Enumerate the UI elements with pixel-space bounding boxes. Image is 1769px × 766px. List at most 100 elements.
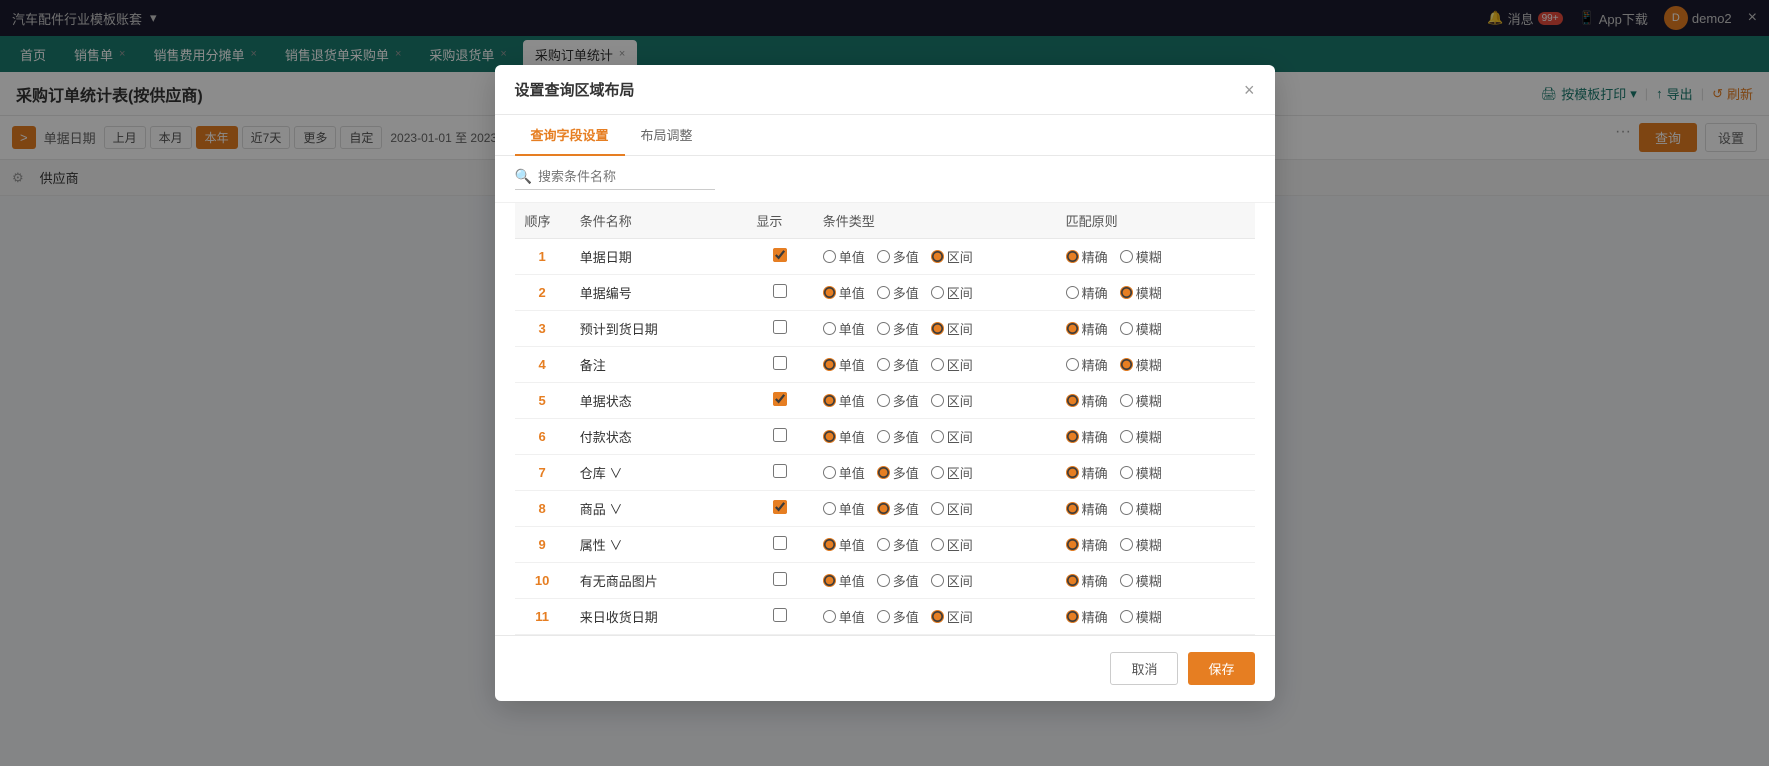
search-input[interactable]	[538, 169, 715, 184]
match-option-精确[interactable]: 精确	[1066, 463, 1108, 482]
type-option-单值[interactable]: 单值	[823, 283, 865, 302]
row-order: 9	[515, 527, 570, 563]
type-option-区间[interactable]: 区间	[931, 319, 973, 338]
type-option-多值[interactable]: 多值	[877, 463, 919, 482]
type-option-区间[interactable]: 区间	[931, 607, 973, 626]
row-display-cell	[746, 347, 812, 383]
display-checkbox[interactable]	[773, 428, 787, 442]
type-option-区间[interactable]: 区间	[931, 355, 973, 374]
row-display-cell	[746, 599, 812, 635]
display-checkbox[interactable]	[773, 572, 787, 586]
type-option-单值[interactable]: 单值	[823, 247, 865, 266]
row-display-cell	[746, 419, 812, 455]
match-option-模糊[interactable]: 模糊	[1120, 571, 1162, 590]
type-option-区间[interactable]: 区间	[931, 283, 973, 302]
table-row: 5单据状态单值多值区间精确模糊	[515, 383, 1255, 419]
type-option-区间[interactable]: 区间	[931, 391, 973, 410]
match-option-精确[interactable]: 精确	[1066, 607, 1108, 626]
row-condition-name: 单据编号	[570, 275, 747, 311]
match-option-模糊[interactable]: 模糊	[1120, 283, 1162, 302]
type-option-多值[interactable]: 多值	[877, 571, 919, 590]
row-match-cell: 精确模糊	[1056, 455, 1255, 491]
modal-search-area: 🔍	[495, 156, 1275, 203]
row-match-cell: 精确模糊	[1056, 491, 1255, 527]
display-checkbox[interactable]	[773, 248, 787, 262]
row-order: 2	[515, 275, 570, 311]
match-option-精确[interactable]: 精确	[1066, 283, 1108, 302]
row-order: 10	[515, 563, 570, 599]
match-option-精确[interactable]: 精确	[1066, 319, 1108, 338]
match-option-精确[interactable]: 精确	[1066, 247, 1108, 266]
display-checkbox[interactable]	[773, 284, 787, 298]
save-button[interactable]: 保存	[1188, 652, 1254, 685]
row-type-cell: 单值多值区间	[813, 347, 1056, 383]
type-option-区间[interactable]: 区间	[931, 247, 973, 266]
type-option-多值[interactable]: 多值	[877, 499, 919, 518]
type-option-多值[interactable]: 多值	[877, 319, 919, 338]
match-option-模糊[interactable]: 模糊	[1120, 607, 1162, 626]
match-option-模糊[interactable]: 模糊	[1120, 391, 1162, 410]
match-option-精确[interactable]: 精确	[1066, 535, 1108, 554]
type-option-单值[interactable]: 单值	[823, 355, 865, 374]
display-checkbox[interactable]	[773, 500, 787, 514]
modal-table-wrapper: 顺序 条件名称 显示 条件类型 匹配原则 1单据日期单值多值区间精确模糊2单据编…	[495, 203, 1275, 635]
type-option-单值[interactable]: 单值	[823, 391, 865, 410]
type-option-单值[interactable]: 单值	[823, 427, 865, 446]
table-row: 11来日收货日期单值多值区间精确模糊	[515, 599, 1255, 635]
match-option-精确[interactable]: 精确	[1066, 427, 1108, 446]
table-row: 9属性 ∨单值多值区间精确模糊	[515, 527, 1255, 563]
tab-query-fields[interactable]: 查询字段设置	[515, 115, 625, 156]
row-condition-name: 付款状态	[570, 419, 747, 455]
display-checkbox[interactable]	[773, 392, 787, 406]
match-option-模糊[interactable]: 模糊	[1120, 463, 1162, 482]
match-option-模糊[interactable]: 模糊	[1120, 319, 1162, 338]
display-checkbox[interactable]	[773, 356, 787, 370]
modal-close-button[interactable]: ×	[1244, 81, 1255, 99]
row-display-cell	[746, 455, 812, 491]
row-match-cell: 精确模糊	[1056, 527, 1255, 563]
type-option-单值[interactable]: 单值	[823, 571, 865, 590]
type-option-区间[interactable]: 区间	[931, 463, 973, 482]
match-option-模糊[interactable]: 模糊	[1120, 427, 1162, 446]
display-checkbox[interactable]	[773, 464, 787, 478]
type-option-多值[interactable]: 多值	[877, 391, 919, 410]
type-option-单值[interactable]: 单值	[823, 499, 865, 518]
row-condition-name: 备注	[570, 347, 747, 383]
match-option-精确[interactable]: 精确	[1066, 571, 1108, 590]
display-checkbox[interactable]	[773, 320, 787, 334]
match-option-精确[interactable]: 精确	[1066, 355, 1108, 374]
display-checkbox[interactable]	[773, 608, 787, 622]
type-option-多值[interactable]: 多值	[877, 247, 919, 266]
match-option-精确[interactable]: 精确	[1066, 499, 1108, 518]
row-display-cell	[746, 491, 812, 527]
type-option-多值[interactable]: 多值	[877, 427, 919, 446]
type-option-多值[interactable]: 多值	[877, 283, 919, 302]
type-option-单值[interactable]: 单值	[823, 607, 865, 626]
match-option-精确[interactable]: 精确	[1066, 391, 1108, 410]
row-type-cell: 单值多值区间	[813, 419, 1056, 455]
row-condition-name: 属性 ∨	[570, 527, 747, 563]
type-option-多值[interactable]: 多值	[877, 535, 919, 554]
type-option-区间[interactable]: 区间	[931, 571, 973, 590]
table-row: 3预计到货日期单值多值区间精确模糊	[515, 311, 1255, 347]
row-type-cell: 单值多值区间	[813, 311, 1056, 347]
table-row: 1单据日期单值多值区间精确模糊	[515, 239, 1255, 275]
type-option-单值[interactable]: 单值	[823, 463, 865, 482]
display-checkbox[interactable]	[773, 536, 787, 550]
type-option-区间[interactable]: 区间	[931, 535, 973, 554]
match-option-模糊[interactable]: 模糊	[1120, 535, 1162, 554]
type-option-单值[interactable]: 单值	[823, 535, 865, 554]
tab-layout-adjust[interactable]: 布局调整	[625, 115, 709, 156]
settings-modal: 设置查询区域布局 × 查询字段设置 布局调整 🔍 顺序	[495, 65, 1275, 701]
match-option-模糊[interactable]: 模糊	[1120, 499, 1162, 518]
row-condition-name: 商品 ∨	[570, 491, 747, 527]
type-option-多值[interactable]: 多值	[877, 607, 919, 626]
match-option-模糊[interactable]: 模糊	[1120, 247, 1162, 266]
type-option-区间[interactable]: 区间	[931, 499, 973, 518]
match-option-模糊[interactable]: 模糊	[1120, 355, 1162, 374]
type-option-区间[interactable]: 区间	[931, 427, 973, 446]
type-option-多值[interactable]: 多值	[877, 355, 919, 374]
type-option-单值[interactable]: 单值	[823, 319, 865, 338]
cancel-button[interactable]: 取消	[1110, 652, 1178, 685]
row-type-cell: 单值多值区间	[813, 527, 1056, 563]
